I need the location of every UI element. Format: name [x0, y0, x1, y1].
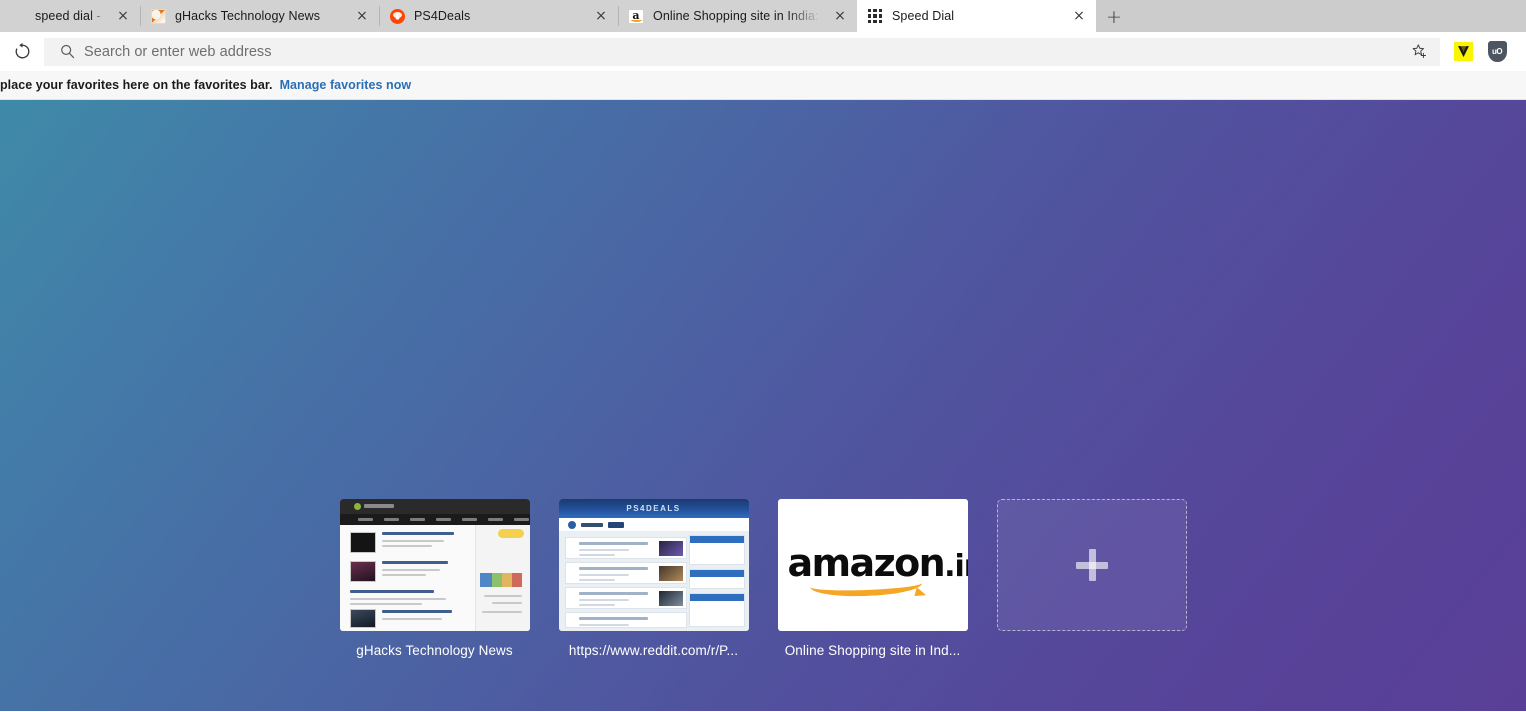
- search-icon: [54, 39, 80, 65]
- tab-close-icon[interactable]: ×: [112, 5, 134, 27]
- tile-label: https://www.reddit.com/r/P...: [568, 643, 739, 658]
- tile-label: gHacks Technology News: [356, 643, 513, 658]
- speed-dial-grid: gHacks Technology News PS4DEALS https://…: [0, 499, 1526, 658]
- tab-label: PS4Deals: [414, 9, 471, 23]
- amazon-favicon: a: [628, 8, 644, 24]
- tab-close-icon[interactable]: ×: [590, 5, 612, 27]
- reload-button[interactable]: [0, 32, 44, 71]
- ghacks-thumbnail: [339, 499, 530, 631]
- tab-strip-empty-area: [1132, 0, 1526, 32]
- tab-strip: speed dial - Chrome × gHacks Technology …: [0, 0, 1526, 32]
- plus-icon: [1075, 549, 1108, 581]
- tab-label: Online Shopping site in India: Sh: [653, 9, 823, 23]
- manage-favorites-link[interactable]: Manage favorites now: [280, 78, 412, 92]
- star-add-icon: [1412, 44, 1426, 59]
- tab-speed-dial[interactable]: Speed Dial ×: [857, 0, 1096, 32]
- amazon-thumbnail: amazon.in: [777, 499, 968, 631]
- address-bar[interactable]: [44, 37, 1440, 66]
- speed-dial-tile-reddit[interactable]: PS4DEALS https://www.reddit.com/r/P...: [558, 499, 749, 658]
- tab-close-icon[interactable]: ×: [1068, 5, 1090, 27]
- tab-speed-dial-chrome[interactable]: speed dial - Chrome ×: [0, 0, 140, 32]
- speed-dial-tile-amazon[interactable]: amazon.in Online Shopping site in Ind...: [777, 499, 968, 658]
- tab-close-icon[interactable]: ×: [829, 5, 851, 27]
- favorites-bar-hint: place your favorites here on the favorit…: [0, 78, 273, 92]
- speed-dial-page: gHacks Technology News PS4DEALS https://…: [0, 100, 1526, 711]
- speed-dial-add-tile[interactable]: [996, 499, 1187, 658]
- tab-ghacks-technology-news[interactable]: gHacks Technology News ×: [140, 0, 379, 32]
- search-input[interactable]: [84, 43, 1404, 60]
- new-tab-button[interactable]: +: [1096, 2, 1132, 32]
- tab-label: gHacks Technology News: [175, 9, 321, 23]
- speed-dial-tile-ghacks[interactable]: gHacks Technology News: [339, 499, 530, 658]
- ublock-glyph: uO: [1491, 47, 1503, 56]
- reddit-banner-text: PS4DEALS: [626, 504, 681, 513]
- vikings-adblock-extension-button[interactable]: [1446, 35, 1480, 69]
- shield-icon: uO: [1487, 41, 1507, 62]
- ghacks-favicon: [150, 8, 166, 24]
- ublock-origin-extension-button[interactable]: uO: [1480, 35, 1514, 69]
- reddit-favicon: [389, 8, 405, 24]
- tab-label: Speed Dial: [892, 9, 955, 23]
- tab-label: speed dial - Chrome: [35, 9, 106, 23]
- add-to-favorites-button[interactable]: [1404, 38, 1434, 66]
- reddit-thumbnail: PS4DEALS: [558, 499, 749, 631]
- page-favicon: [10, 8, 26, 24]
- tab-ps4deals[interactable]: PS4Deals ×: [379, 0, 618, 32]
- add-tile-surface[interactable]: [996, 499, 1187, 631]
- amazon-logo: amazon.in: [788, 544, 968, 599]
- grid-icon: [867, 8, 883, 24]
- tab-online-shopping-india[interactable]: a Online Shopping site in India: Sh ×: [618, 0, 857, 32]
- v-extension-icon: [1453, 42, 1473, 61]
- reload-icon: [15, 42, 29, 59]
- amazon-tld: .in: [944, 549, 967, 584]
- tab-close-icon[interactable]: ×: [351, 5, 373, 27]
- browser-toolbar: uO: [0, 32, 1526, 71]
- amazon-swoosh-icon: [809, 571, 922, 599]
- favorites-bar: place your favorites here on the favorit…: [0, 71, 1526, 100]
- tile-label: Online Shopping site in Ind...: [784, 643, 961, 658]
